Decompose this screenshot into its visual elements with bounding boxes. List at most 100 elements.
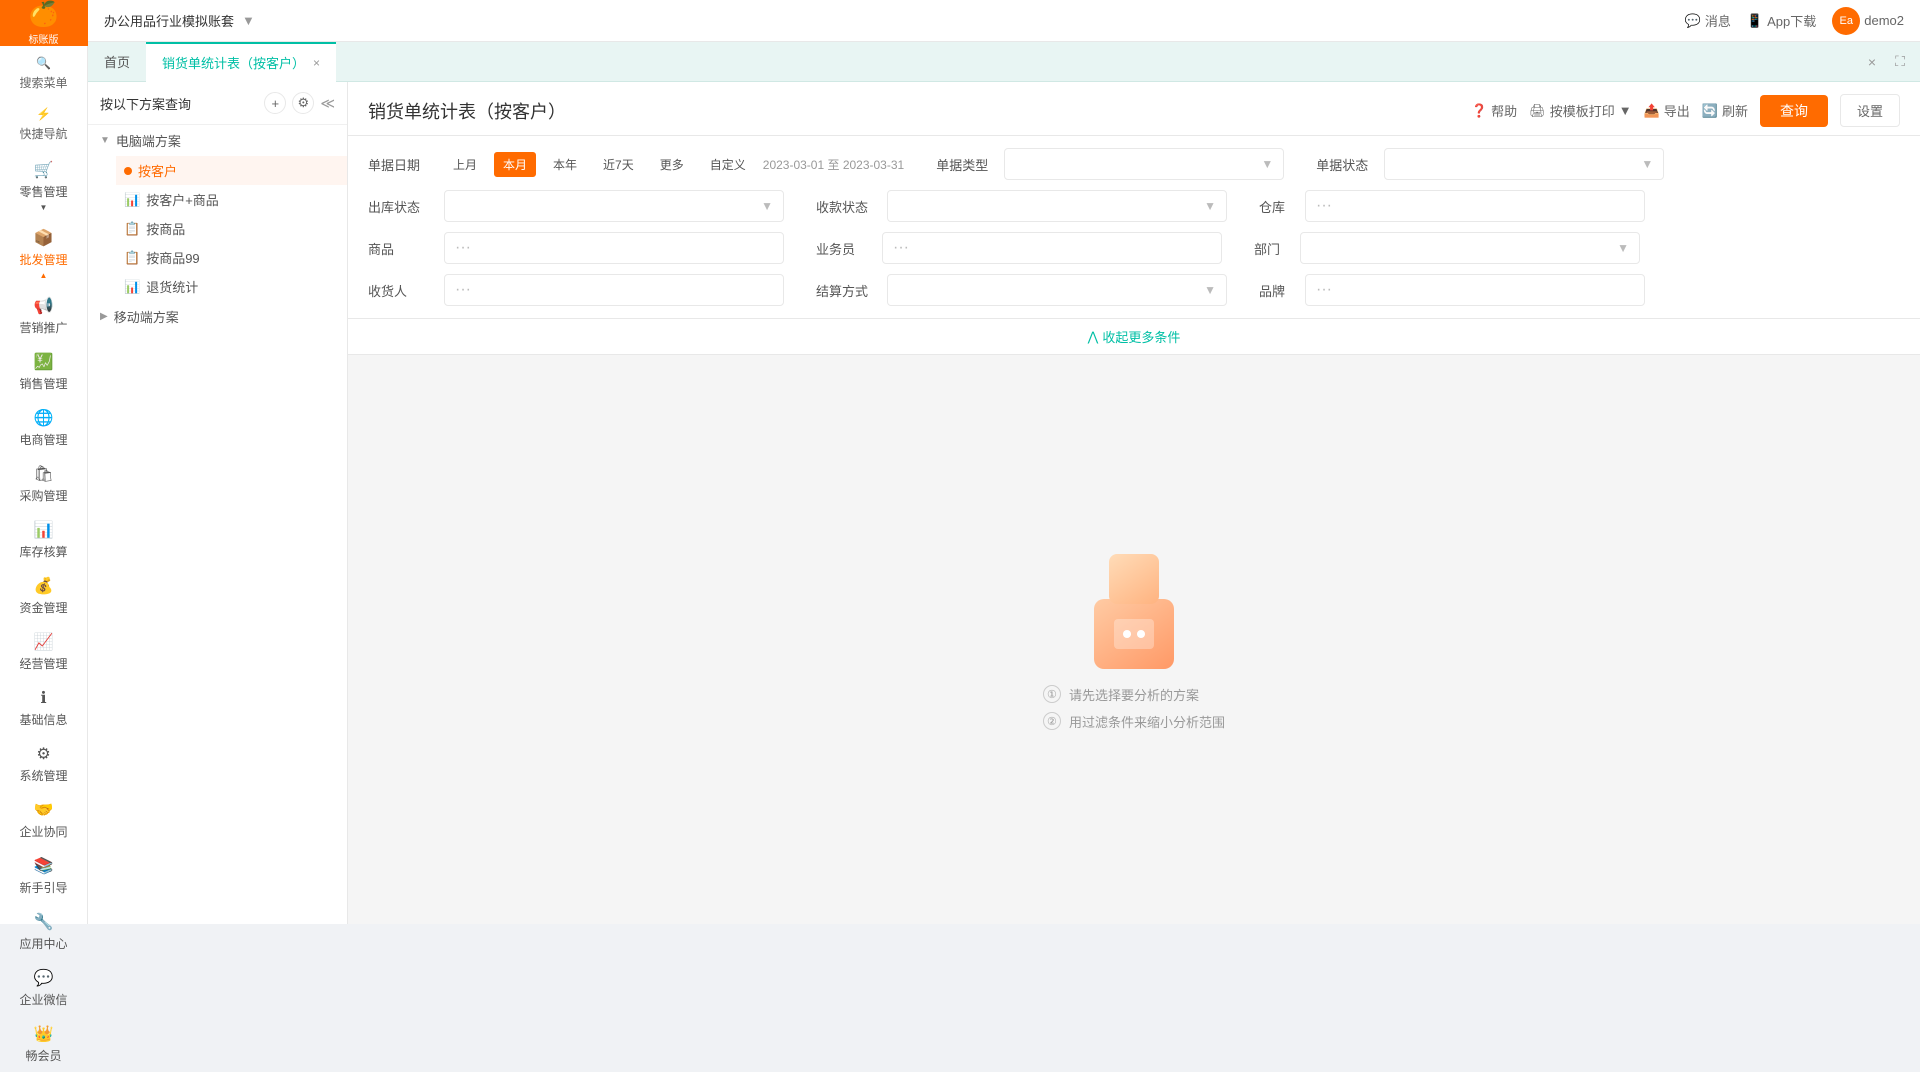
date-more[interactable]: 更多 [651,152,693,177]
sidebar-item-inventory[interactable]: 📊 库存核算 [0,512,87,568]
warehouse-select[interactable]: ··· [1305,190,1645,222]
salesperson-dots: ··· [893,239,909,257]
sidebar-quicknav[interactable]: ⚡ 快捷导航 [0,101,87,148]
right-panel: 销货单统计表（按客户） ❓ 帮助 🖨 按模板打印 ▼ 📤 导出 [348,82,1920,924]
sidebar-item-guide[interactable]: 📚 新手引导 [0,848,87,904]
date-last-month[interactable]: 上月 [444,152,486,177]
page-header-actions: ❓ 帮助 🖨 按模板打印 ▼ 📤 导出 🔄 刷新 [1471,94,1900,127]
sales-icon: 💹 [34,352,54,372]
query-button[interactable]: 查询 [1760,95,1828,127]
date-7days[interactable]: 近7天 [594,152,643,177]
sidebar-item-system[interactable]: ⚙ 系统管理 [0,736,87,792]
settings-icon: ⚙ [298,95,310,111]
message-button[interactable]: 💬 消息 [1685,11,1731,30]
goods-select[interactable]: ··· [444,232,784,264]
sidebar-search[interactable]: 🔍 搜索菜单 [0,46,87,101]
doc-status-select[interactable]: ▼ [1384,148,1664,180]
settlement-select[interactable]: ▼ [887,274,1227,306]
panel-collapse-button[interactable]: ≪ [320,95,335,112]
tree-item-goods99[interactable]: 📋 按商品99 [116,243,347,272]
sidebar-item-sales[interactable]: 💹 销售管理 [0,344,87,400]
sidebar-item-member[interactable]: 👑 畅会员 [0,1016,87,1072]
collapse-link[interactable]: ⋀ 收起更多条件 [1088,327,1181,346]
ecommerce-icon: 🌐 [34,408,54,428]
sidebar-item-finance[interactable]: 💰 资金管理 [0,568,87,624]
tab-home[interactable]: 首页 [88,42,146,82]
sidebar-item-purchase[interactable]: 🛍 采购管理 [0,456,87,512]
topbar-dropdown[interactable]: ▼ [242,13,255,28]
help-button[interactable]: ❓ 帮助 [1471,101,1517,120]
robot-eyes [1114,619,1154,649]
system-icon: ⚙ [36,744,50,764]
window-close-button[interactable]: × [1860,50,1884,74]
empty-tip-1: ① 请先选择要分析的方案 [1043,685,1225,704]
search-icon: 🔍 [36,56,51,70]
tab-close-button[interactable]: × [313,56,320,70]
topbar: 办公用品行业模拟账套 ▼ 💬 消息 📱 App下载 Ea demo2 [88,0,1920,42]
tree-item-customer[interactable]: 按客户 [116,156,347,185]
export-button[interactable]: 📤 导出 [1644,101,1690,120]
window-maximize-button[interactable]: ⛶ [1888,50,1912,74]
out-status-select[interactable]: ▼ [444,190,784,222]
refresh-label: 刷新 [1722,101,1748,120]
tip-1-number: ① [1043,685,1061,703]
guide-icon: 📚 [34,856,54,876]
user-profile[interactable]: Ea demo2 [1832,7,1904,35]
tabbar: 首页 销货单统计表（按客户） × × ⛶ [88,42,1920,82]
tree-active-container: 按客户 📊 按客户+商品 📋 按商品 📋 按商品99 📊 退货统计 [88,156,347,301]
warehouse-dots: ··· [1316,197,1332,215]
tree-item-goods[interactable]: 📋 按商品 [116,214,347,243]
salesperson-select[interactable]: ··· [882,232,1222,264]
add-scheme-button[interactable]: + [264,92,286,114]
robot-head [1109,554,1159,604]
brand-select[interactable]: ··· [1305,274,1645,306]
date-this-year[interactable]: 本年 [544,152,586,177]
department-select[interactable]: ▼ [1300,232,1640,264]
message-icon: 💬 [1685,13,1701,29]
app-download-button[interactable]: 📱 App下载 [1747,11,1816,30]
tree-item-customer-goods-label: 按客户+商品 [146,190,219,209]
goods-label: 商品 [368,239,428,258]
tree-item-returns[interactable]: 📊 退货统计 [116,272,347,301]
print-label: 按模板打印 [1550,101,1615,120]
empty-tips: ① 请先选择要分析的方案 ② 用过滤条件来缩小分析范围 [1043,685,1225,731]
collapse-bar: ⋀ 收起更多条件 [348,319,1920,355]
doc-type-select[interactable]: ▼ [1004,148,1284,180]
sidebar-item-marketing[interactable]: 📢 营销推广 [0,288,87,344]
sidebar-item-basic[interactable]: ℹ 基础信息 [0,680,87,736]
tab-current[interactable]: 销货单统计表（按客户） × [146,42,336,82]
sidebar-item-wechat[interactable]: 💬 企业微信 [0,960,87,1016]
collapse-icon: ⋀ [1088,329,1099,345]
date-this-month[interactable]: 本月 [494,152,536,177]
sidebar-item-app[interactable]: 🔧 应用中心 [0,904,87,960]
topbar-right: 💬 消息 📱 App下载 Ea demo2 [1685,7,1904,35]
department-arrow: ▼ [1617,241,1629,255]
settings-button[interactable]: 设置 [1840,94,1900,127]
sidebar-item-operations[interactable]: 📈 经营管理 [0,624,87,680]
collection-label: 收款状态 [816,197,871,216]
content-area: 按以下方案查询 + ⚙ ≪ ▼ 电脑端方案 [88,82,1920,924]
sidebar-item-wechat-label: 企业微信 [19,991,67,1008]
sidebar-item-ecommerce[interactable]: 🌐 电商管理 [0,400,87,456]
sidebar-item-wholesale[interactable]: 📦 批发管理 ▲ [0,220,87,288]
sidebar-item-operations-label: 经营管理 [19,655,67,672]
date-custom[interactable]: 自定义 [701,152,755,177]
robot-body [1094,599,1174,669]
logo: 🍊 标账版 [0,0,88,46]
scheme-settings-button[interactable]: ⚙ [292,92,314,114]
logo-text: 标账版 [29,31,59,46]
collection-select[interactable]: ▼ [887,190,1227,222]
tree-item-customer-goods[interactable]: 📊 按客户+商品 [116,185,347,214]
refresh-button[interactable]: 🔄 刷新 [1702,101,1748,120]
left-panel-actions: + ⚙ ≪ [264,92,335,114]
print-button[interactable]: 🖨 按模板打印 ▼ [1529,101,1631,120]
sidebar-item-app-label: 应用中心 [19,935,67,952]
app-icon: 🔧 [34,912,54,932]
robot-eye-right [1137,630,1145,638]
tip-2-number: ② [1043,712,1061,730]
message-label: 消息 [1705,11,1731,30]
sidebar-item-retail[interactable]: 🛒 零售管理 ▼ [0,152,87,220]
recipient-select[interactable]: ··· [444,274,784,306]
sidebar-item-enterprise[interactable]: 🤝 企业协同 [0,792,87,848]
collapse-label: 收起更多条件 [1102,327,1180,346]
